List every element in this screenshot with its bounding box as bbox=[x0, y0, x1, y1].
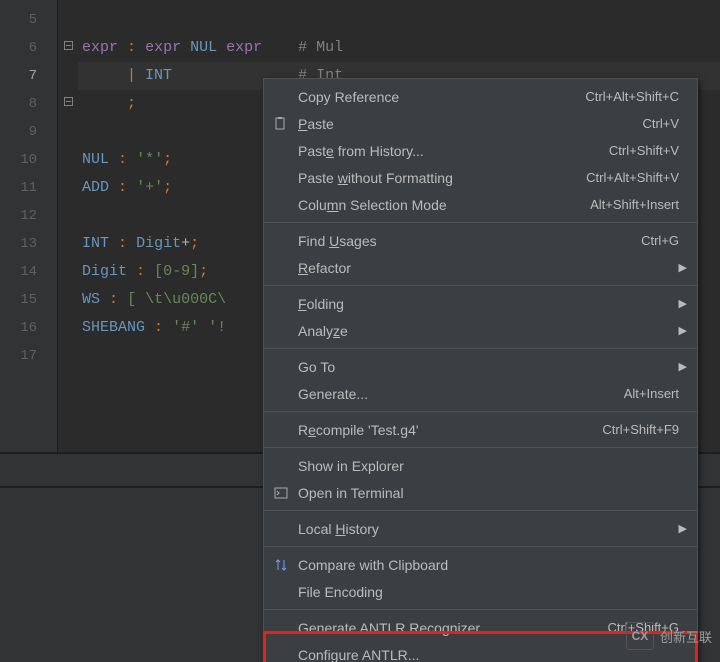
line-number: 10 bbox=[0, 146, 57, 174]
line-number: 14 bbox=[0, 258, 57, 286]
line-number: 17 bbox=[0, 342, 57, 370]
fold-marker bbox=[58, 286, 78, 314]
line-number: 15 bbox=[0, 286, 57, 314]
menu-item-shortcut: Ctrl+Shift+G bbox=[607, 620, 679, 635]
line-number: 8 bbox=[0, 90, 57, 118]
line-number: 6 bbox=[0, 34, 57, 62]
fold-marker bbox=[58, 230, 78, 258]
menu-item-shortcut: Ctrl+Shift+F9 bbox=[602, 422, 679, 437]
menu-item-local-history[interactable]: Local History▶ bbox=[264, 515, 697, 542]
submenu-arrow-icon: ▶ bbox=[679, 324, 687, 337]
menu-item-label: Folding bbox=[298, 296, 679, 312]
menu-item-shortcut: Ctrl+G bbox=[641, 233, 679, 248]
paste-icon bbox=[272, 115, 290, 133]
line-number: 11 bbox=[0, 174, 57, 202]
menu-item-analyze[interactable]: Analyze▶ bbox=[264, 317, 697, 344]
menu-item-paste-plain[interactable]: Paste without FormattingCtrl+Alt+Shift+V bbox=[264, 164, 697, 191]
fold-marker bbox=[58, 6, 78, 34]
line-number: 9 bbox=[0, 118, 57, 146]
terminal-icon bbox=[272, 484, 290, 502]
menu-item-label: Analyze bbox=[298, 323, 679, 339]
menu-item-label: Paste without Formatting bbox=[298, 170, 586, 186]
fold-marker bbox=[58, 62, 78, 90]
compare-icon bbox=[272, 556, 290, 574]
fold-marker bbox=[58, 174, 78, 202]
menu-item-label: Copy Reference bbox=[298, 89, 585, 105]
menu-item-paste[interactable]: PasteCtrl+V bbox=[264, 110, 697, 137]
menu-item-shortcut: Ctrl+Alt+Shift+V bbox=[586, 170, 679, 185]
menu-item-paste-history[interactable]: Paste from History...Ctrl+Shift+V bbox=[264, 137, 697, 164]
menu-item-cfg-antlr[interactable]: Configure ANTLR... bbox=[264, 641, 697, 662]
menu-item-label: Compare with Clipboard bbox=[298, 557, 679, 573]
fold-marker bbox=[58, 118, 78, 146]
menu-separator bbox=[264, 411, 697, 412]
menu-item-show-explorer[interactable]: Show in Explorer bbox=[264, 452, 697, 479]
menu-item-label: Refactor bbox=[298, 260, 679, 276]
menu-item-label: Paste from History... bbox=[298, 143, 609, 159]
submenu-arrow-icon: ▶ bbox=[679, 261, 687, 274]
menu-item-label: Generate ANTLR Recognizer bbox=[298, 620, 607, 636]
menu-item-shortcut: Ctrl+Shift+V bbox=[609, 143, 679, 158]
menu-item-file-encoding[interactable]: File Encoding bbox=[264, 578, 697, 605]
menu-item-shortcut: Alt+Insert bbox=[624, 386, 679, 401]
fold-marker bbox=[58, 258, 78, 286]
menu-separator bbox=[264, 348, 697, 349]
line-number: 13 bbox=[0, 230, 57, 258]
menu-item-compare-clip[interactable]: Compare with Clipboard bbox=[264, 551, 697, 578]
menu-item-recompile[interactable]: Recompile 'Test.g4'Ctrl+Shift+F9 bbox=[264, 416, 697, 443]
line-number: 5 bbox=[0, 6, 57, 34]
menu-item-column-select[interactable]: Column Selection ModeAlt+Shift+Insert bbox=[264, 191, 697, 218]
menu-item-label: Find Usages bbox=[298, 233, 641, 249]
menu-separator bbox=[264, 285, 697, 286]
menu-item-shortcut: Ctrl+Alt+Shift+C bbox=[585, 89, 679, 104]
menu-item-label: Show in Explorer bbox=[298, 458, 679, 474]
line-number: 12 bbox=[0, 202, 57, 230]
menu-separator bbox=[264, 447, 697, 448]
fold-marker[interactable] bbox=[58, 34, 78, 62]
line-number: 7 bbox=[0, 62, 57, 90]
fold-marker bbox=[58, 342, 78, 370]
menu-item-copy-reference[interactable]: Copy ReferenceCtrl+Alt+Shift+C bbox=[264, 83, 697, 110]
line-number-gutter[interactable]: 567891011121314151617 bbox=[0, 0, 58, 452]
menu-separator bbox=[264, 222, 697, 223]
menu-item-folding[interactable]: Folding▶ bbox=[264, 290, 697, 317]
menu-item-open-terminal[interactable]: Open in Terminal bbox=[264, 479, 697, 506]
code-line[interactable]: expr : expr NUL expr # Mul bbox=[78, 34, 720, 62]
menu-item-label: Recompile 'Test.g4' bbox=[298, 422, 602, 438]
menu-item-label: Paste bbox=[298, 116, 643, 132]
submenu-arrow-icon: ▶ bbox=[679, 522, 687, 535]
menu-item-gen-antlr[interactable]: Generate ANTLR RecognizerCtrl+Shift+G bbox=[264, 614, 697, 641]
menu-item-find-usages[interactable]: Find UsagesCtrl+G bbox=[264, 227, 697, 254]
fold-marker bbox=[58, 202, 78, 230]
submenu-arrow-icon: ▶ bbox=[679, 297, 687, 310]
menu-separator bbox=[264, 510, 697, 511]
menu-item-refactor[interactable]: Refactor▶ bbox=[264, 254, 697, 281]
menu-item-label: Column Selection Mode bbox=[298, 197, 590, 213]
menu-item-label: Go To bbox=[298, 359, 679, 375]
code-line[interactable] bbox=[78, 6, 720, 34]
menu-item-label: Generate... bbox=[298, 386, 624, 402]
menu-item-shortcut: Alt+Shift+Insert bbox=[590, 197, 679, 212]
fold-marker bbox=[58, 146, 78, 174]
fold-marker bbox=[58, 314, 78, 342]
menu-item-label: Configure ANTLR... bbox=[298, 647, 679, 662]
menu-separator bbox=[264, 609, 697, 610]
fold-gutter[interactable] bbox=[58, 0, 78, 452]
line-number: 16 bbox=[0, 314, 57, 342]
menu-item-goto[interactable]: Go To▶ bbox=[264, 353, 697, 380]
menu-item-shortcut: Ctrl+V bbox=[643, 116, 679, 131]
menu-item-label: File Encoding bbox=[298, 584, 679, 600]
context-menu[interactable]: Copy ReferenceCtrl+Alt+Shift+CPasteCtrl+… bbox=[263, 78, 698, 662]
menu-item-label: Open in Terminal bbox=[298, 485, 679, 501]
fold-marker[interactable] bbox=[58, 90, 78, 118]
submenu-arrow-icon: ▶ bbox=[679, 360, 687, 373]
menu-item-generate[interactable]: Generate...Alt+Insert bbox=[264, 380, 697, 407]
menu-item-label: Local History bbox=[298, 521, 679, 537]
menu-separator bbox=[264, 546, 697, 547]
